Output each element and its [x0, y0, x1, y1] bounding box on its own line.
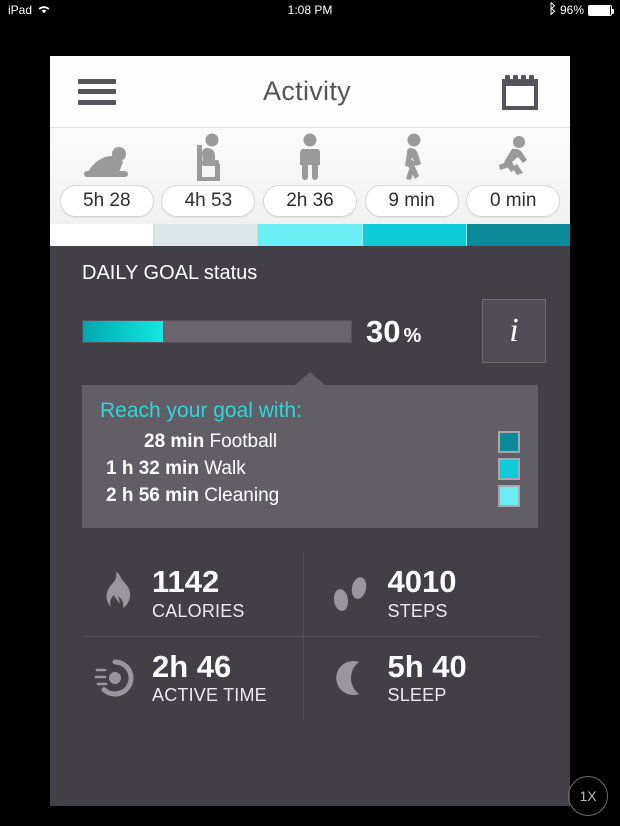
- running-person-icon: [490, 133, 536, 181]
- suggestion-duration: 1 h 32 min: [106, 458, 199, 479]
- bluetooth-icon: [548, 2, 556, 18]
- activity-standing[interactable]: 2h 36: [259, 128, 361, 224]
- activity-value-pill: 4h 53: [161, 185, 256, 217]
- notepad-calendar-icon[interactable]: [498, 70, 542, 114]
- page-title: Activity: [263, 76, 351, 106]
- stat-value: 4010: [387, 564, 457, 599]
- sleeping-person-icon: [78, 133, 136, 181]
- activity-app: Activity 5h 28 4h 53 2h 36 9 min 0 min D…: [50, 56, 570, 806]
- stat-active-time[interactable]: 2h 46 ACTIVE TIME: [82, 637, 303, 721]
- sitting-person-icon: [185, 133, 231, 181]
- activity-value-pill: 0 min: [466, 185, 561, 217]
- stat-calories[interactable]: 1142 CALORIES: [82, 552, 303, 636]
- activity-color-legend: [50, 224, 570, 246]
- activity-value-pill: 2h 36: [262, 185, 357, 217]
- stat-value: 2h 46: [152, 648, 232, 684]
- suggestion-cleaning[interactable]: 2 h 56 min Cleaning: [100, 485, 520, 507]
- legend-segment-walking: [362, 224, 467, 246]
- status-bar-time: 1:08 PM: [287, 3, 333, 17]
- daily-goal-percent-value: 30: [366, 313, 401, 349]
- status-bar-right: 96%: [548, 2, 614, 18]
- stat-label: CALORIES: [152, 600, 245, 621]
- status-bar: iPad 1:08 PM 96%: [0, 0, 620, 20]
- standing-person-icon: [293, 133, 327, 181]
- stat-label: STEPS: [387, 600, 448, 621]
- activity-sleeping[interactable]: 5h 28: [56, 128, 158, 224]
- info-i-icon[interactable]: i: [482, 299, 546, 363]
- legend-segment-sitting: [154, 224, 259, 246]
- battery-percent-label: 96%: [559, 3, 584, 17]
- app-bar: Activity: [50, 56, 570, 128]
- moon-icon: [326, 656, 376, 700]
- suggestion-duration: 28 min: [144, 431, 205, 452]
- daily-goal-percent: 30%: [366, 316, 421, 347]
- battery-icon: [588, 4, 614, 16]
- walking-person-icon: [393, 133, 431, 181]
- active-sun-icon: [90, 656, 140, 700]
- suggestion-football[interactable]: 28 min Football: [100, 431, 520, 453]
- activity-strip: 5h 28 4h 53 2h 36 9 min 0 min: [50, 128, 570, 224]
- suggestion-color-swatch: [498, 431, 520, 453]
- suggestion-label: 1 h 32 min Walk: [106, 458, 498, 480]
- hamburger-menu-icon[interactable]: [78, 78, 116, 105]
- suggestion-activity: Cleaning: [204, 485, 280, 506]
- reach-goal-callout: Reach your goal with: 28 min Football 1 …: [82, 372, 538, 528]
- daily-goal-title: DAILY GOAL status: [82, 262, 258, 284]
- daily-goal-percent-symbol: %: [403, 324, 422, 347]
- stat-sleep[interactable]: 5h 40 SLEEP: [302, 636, 539, 721]
- daily-goal-progress-fill: [83, 320, 164, 342]
- stat-label: ACTIVE TIME: [152, 685, 267, 706]
- stat-steps[interactable]: 4010 STEPS: [302, 552, 539, 636]
- legend-segment-sleeping: [50, 224, 155, 246]
- stats-row: 2h 46 ACTIVE TIME 5h 40 SLEEP: [82, 635, 539, 721]
- suggestion-activity: Football: [209, 431, 278, 452]
- daily-goal-row: 30% i: [50, 299, 570, 363]
- legend-segment-standing: [258, 224, 363, 246]
- activity-value-pill: 9 min: [364, 185, 459, 217]
- ipad-screen: iPad 1:08 PM 96% Activity 5h 28 4h 53 2h…: [0, 0, 620, 826]
- activity-running[interactable]: 0 min: [462, 128, 564, 224]
- callout-title: Reach your goal with:: [100, 399, 302, 422]
- footprints-icon: [326, 570, 376, 618]
- activity-sitting[interactable]: 4h 53: [158, 128, 260, 224]
- stat-label: SLEEP: [387, 685, 447, 706]
- dashboard-body: DAILY GOAL status 30% i Reach your goal …: [50, 246, 570, 721]
- legend-segment-running: [466, 224, 570, 246]
- flame-icon: [90, 570, 140, 618]
- suggestion-label: 2 h 56 min Cleaning: [106, 485, 498, 507]
- suggestion-color-swatch: [498, 458, 520, 480]
- callout-arrow: [294, 372, 326, 386]
- zoom-scale-button[interactable]: 1X: [568, 776, 608, 816]
- activity-walking[interactable]: 9 min: [361, 128, 463, 224]
- stats-row: 1142 CALORIES 4010 STEPS: [82, 552, 538, 636]
- daily-goal-progress-bar: [82, 319, 352, 343]
- suggestion-duration: 2 h 56 min: [106, 485, 199, 506]
- suggestion-walk[interactable]: 1 h 32 min Walk: [100, 458, 520, 480]
- suggestion-label: 28 min Football: [144, 431, 498, 453]
- stats-grid: 1142 CALORIES 4010 STEPS 2h 46 ACTIVE TI…: [82, 552, 539, 721]
- suggestion-activity: Walk: [204, 458, 246, 479]
- suggestion-color-swatch: [498, 485, 520, 507]
- stat-value: 1142: [152, 564, 220, 599]
- activity-value-pill: 5h 28: [59, 185, 154, 217]
- stat-value: 5h 40: [387, 648, 467, 684]
